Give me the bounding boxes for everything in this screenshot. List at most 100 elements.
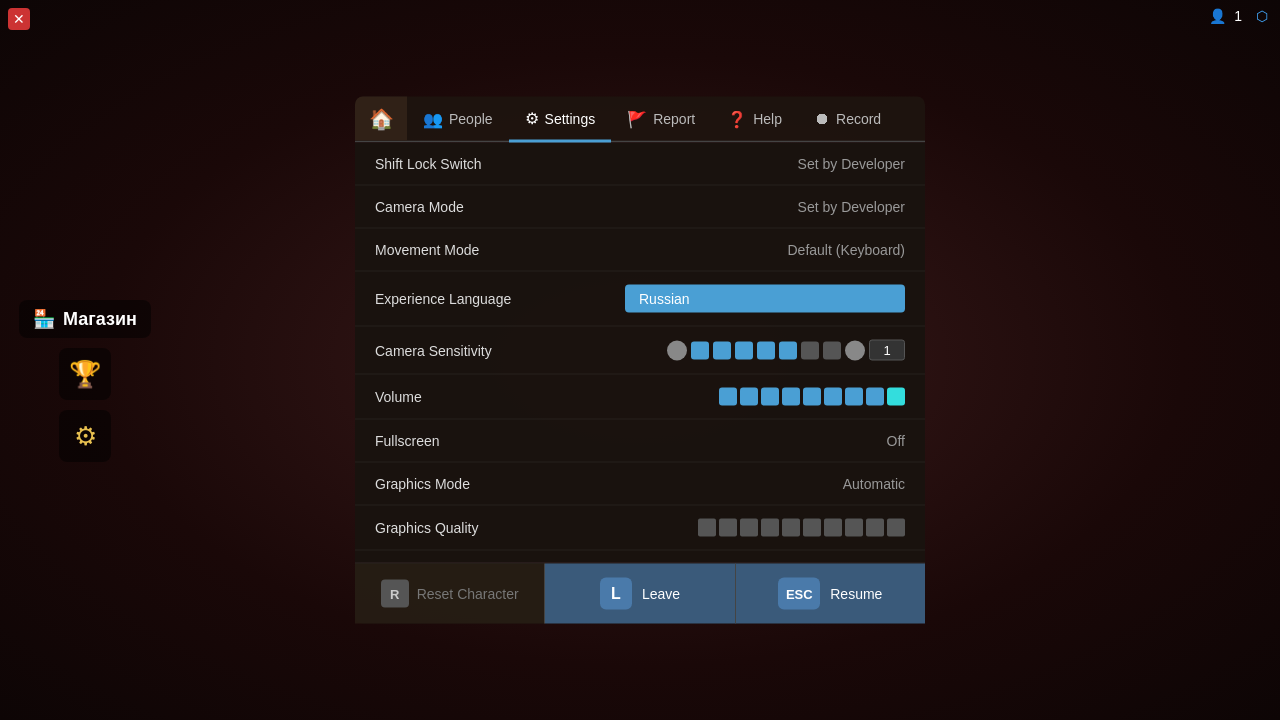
gq-6 [803,519,821,537]
left-panel: 🏪 Магазин 🏆 ⚙ [0,0,170,720]
store-badge: 🏪 Магазин [19,300,151,338]
people-tab-icon: 👥 [423,109,443,128]
gq-2 [719,519,737,537]
report-tab-icon: 🚩 [627,109,647,128]
volume-slider[interactable] [719,388,905,406]
help-tab-label: Help [753,111,782,127]
tab-settings[interactable]: ⚙ Settings [509,97,612,143]
vol-4 [782,388,800,406]
settings-tab-label: Settings [545,110,596,126]
leave-key-label: L [611,585,621,603]
vol-7 [845,388,863,406]
setting-performance-stats: Performance Stats Off [355,551,925,563]
tab-record[interactable]: ⏺ Record [798,97,897,141]
fullscreen-value: Off [887,433,905,449]
sens-block-1 [691,341,709,359]
reset-label: Reset Character [417,586,519,602]
gq-10 [887,519,905,537]
sens-block-4 [757,341,775,359]
sensitivity-control [667,340,905,361]
vol-8 [866,388,884,406]
gq-9 [866,519,884,537]
movement-mode-label: Movement Mode [375,242,479,258]
tab-help[interactable]: ❓ Help [711,97,798,141]
gq-4 [761,519,779,537]
setting-experience-language: Experience Language Russian [355,272,925,327]
sens-block-3 [735,341,753,359]
close-button[interactable]: ✕ [8,8,30,30]
settings-icon-btn[interactable]: ⚙ [59,410,111,462]
store-label: Магазин [63,309,137,330]
settings-tab-icon: ⚙ [525,109,539,128]
vol-2 [740,388,758,406]
home-icon: 🏠 [369,107,394,131]
setting-fullscreen: Fullscreen Off [355,420,925,463]
settings-content: Shift Lock Switch Set by Developer Camer… [355,143,925,563]
graphics-quality-label: Graphics Quality [375,520,478,536]
bottom-bar: R Reset Character L Leave ESC Resume [355,563,925,624]
reset-key-badge: R [381,580,409,608]
camera-mode-value: Set by Developer [798,199,905,215]
fullscreen-label: Fullscreen [375,433,440,449]
tab-people[interactable]: 👥 People [407,97,509,141]
leave-button[interactable]: L Leave [545,564,735,624]
setting-movement-mode: Movement Mode Default (Keyboard) [355,229,925,272]
setting-shift-lock: Shift Lock Switch Set by Developer [355,143,925,186]
help-tab-icon: ❓ [727,109,747,128]
resume-label: Resume [830,586,882,602]
resume-button[interactable]: ESC Resume [736,564,925,624]
graphics-mode-label: Graphics Mode [375,476,470,492]
setting-camera-mode: Camera Mode Set by Developer [355,186,925,229]
tab-bar: 🏠 👥 People ⚙ Settings 🚩 Report ❓ Help ⏺ … [355,97,925,143]
people-tab-label: People [449,111,493,127]
gq-3 [740,519,758,537]
language-dropdown[interactable]: Russian [625,285,905,313]
language-value: Russian [639,291,690,307]
leave-key-badge: L [600,578,632,610]
leave-label: Leave [642,586,680,602]
top-right-info: 👤 1 ⬡ [1209,8,1268,24]
setting-camera-sensitivity: Camera Sensitivity [355,327,925,375]
gq-5 [782,519,800,537]
robux-icon: ⬡ [1256,8,1268,24]
shift-lock-value: Set by Developer [798,156,905,172]
record-tab-icon: ⏺ [814,110,830,128]
reset-key-label: R [390,586,399,601]
sens-slider-left [667,340,687,360]
sens-block-7 [823,341,841,359]
sens-block-5 [779,341,797,359]
graphics-quality-slider[interactable] [698,519,905,537]
player-icon: 👤 [1209,8,1226,24]
gq-8 [845,519,863,537]
vol-1 [719,388,737,406]
shift-lock-label: Shift Lock Switch [375,156,482,172]
trophy-icon-btn[interactable]: 🏆 [59,348,111,400]
vol-5 [803,388,821,406]
gq-7 [824,519,842,537]
sensitivity-input[interactable] [869,340,905,361]
vol-9 [887,388,905,406]
sens-block-6 [801,341,819,359]
camera-sensitivity-label: Camera Sensitivity [375,342,492,358]
settings-dialog: 🏠 👥 People ⚙ Settings 🚩 Report ❓ Help ⏺ … [355,97,925,624]
store-icon: 🏪 [33,308,55,330]
record-tab-label: Record [836,111,881,127]
report-tab-label: Report [653,111,695,127]
reset-character-button: R Reset Character [355,564,545,624]
volume-label: Volume [375,389,422,405]
experience-lang-label: Experience Language [375,291,511,307]
sens-slider-right [845,340,865,360]
vol-3 [761,388,779,406]
resume-key-label: ESC [786,586,813,601]
setting-graphics-mode: Graphics Mode Automatic [355,463,925,506]
tab-report[interactable]: 🚩 Report [611,97,711,141]
resume-key-badge: ESC [778,578,820,610]
tab-home[interactable]: 🏠 [355,97,407,141]
sens-block-2 [713,341,731,359]
movement-mode-value: Default (Keyboard) [787,242,905,258]
setting-volume: Volume [355,375,925,420]
camera-mode-label: Camera Mode [375,199,464,215]
graphics-mode-value: Automatic [843,476,905,492]
setting-graphics-quality: Graphics Quality [355,506,925,551]
gq-1 [698,519,716,537]
